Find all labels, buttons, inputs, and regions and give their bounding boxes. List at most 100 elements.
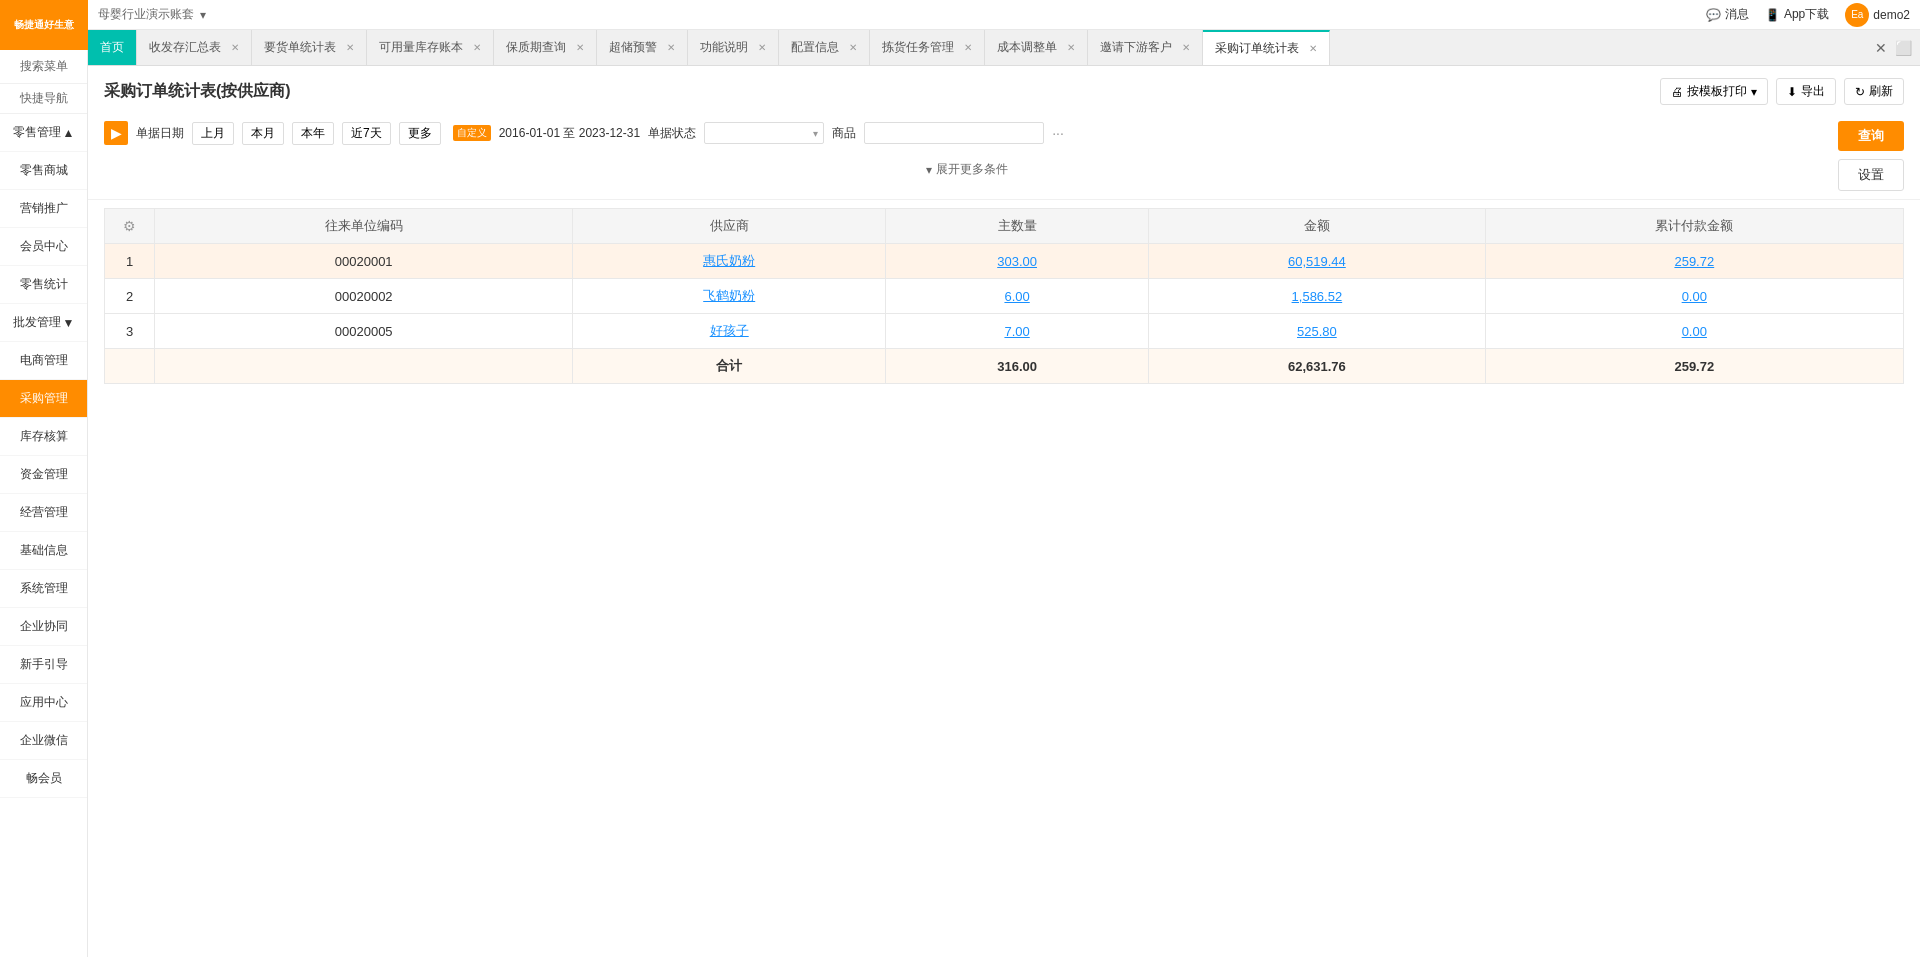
page-header-actions: 🖨 按模板打印 ▾ ⬇ 导出 ↻ 刷新 [1660,78,1904,105]
expand-more-button[interactable]: ▾ 展开更多条件 [926,157,1008,182]
sidebar-item-zijin[interactable]: 资金管理 [0,456,87,494]
tab-close-icon[interactable]: ✕ [1309,43,1317,54]
sidebar-item-lingshoutj[interactable]: 零售统计 [0,266,87,304]
sidebar-item-jichu[interactable]: 基础信息 [0,532,87,570]
mobile-icon: 📱 [1765,8,1780,22]
sidebar-item-label: 库存核算 [20,429,68,443]
paid-link[interactable]: 259.72 [1674,254,1714,269]
paid-link[interactable]: 0.00 [1682,289,1707,304]
tab-label: 首页 [100,39,124,56]
supplier-link[interactable]: 好孩子 [710,323,749,338]
row-paid: 0.00 [1485,279,1903,314]
tab-close-icon[interactable]: ✕ [576,42,584,53]
column-settings-icon[interactable]: ⚙ [123,218,136,234]
tab-bar: 首页 收发存汇总表 ✕ 要货单统计表 ✕ 可用量库存账本 ✕ 保质期查询 ✕ 超… [88,30,1920,66]
export-button[interactable]: ⬇ 导出 [1776,78,1836,105]
tab-label: 功能说明 [700,39,748,56]
table-row: 3 00020005 好孩子 7.00 525.80 0.00 [105,314,1904,349]
filter-date-jin7[interactable]: 近7天 [342,122,391,145]
col-settings-header: ⚙ [105,209,155,244]
sidebar-item-xinshou[interactable]: 新手引导 [0,646,87,684]
print-button[interactable]: 🖨 按模板打印 ▾ [1660,78,1768,105]
message-button[interactable]: 💬 消息 [1706,6,1749,23]
filter-more-dots-icon[interactable]: ··· [1052,125,1064,141]
sidebar-item-dianshangl[interactable]: 电商管理 [0,342,87,380]
tab-chengben[interactable]: 成本调整单 ✕ [985,30,1088,66]
tab-baozhouxun[interactable]: 保质期查询 ✕ [494,30,597,66]
sidebar-item-label: 采购管理 [20,391,68,405]
tab-close-icon[interactable]: ✕ [1182,42,1190,53]
tab-label: 成本调整单 [997,39,1057,56]
sidebar-item-xitong[interactable]: 系统管理 [0,570,87,608]
sidebar-item-pifa[interactable]: 批发管理 ▼ [0,304,87,342]
qty-link[interactable]: 6.00 [1004,289,1029,304]
tab-caigou[interactable]: 采购订单统计表 ✕ [1203,30,1330,66]
table-row: 1 00020001 惠氏奶粉 303.00 60,519.44 259.72 [105,244,1904,279]
filter-toggle-button[interactable]: ▶ [104,121,128,145]
paid-link[interactable]: 0.00 [1682,324,1707,339]
breadcrumb-arrow: ▾ [200,8,206,22]
amount-link[interactable]: 1,586.52 [1292,289,1343,304]
sidebar-item-qiyexietong[interactable]: 企业协同 [0,608,87,646]
sidebar-item-label: 应用中心 [20,695,68,709]
sidebar-item-label: 会员中心 [20,239,68,253]
search-menu-label[interactable]: 搜索菜单 [20,59,68,73]
sidebar-item-huiyuan[interactable]: 会员中心 [0,228,87,266]
sidebar-item-jingying[interactable]: 经营管理 [0,494,87,532]
query-button[interactable]: 查询 [1838,121,1904,151]
filter-date-gengduo[interactable]: 更多 [399,122,441,145]
tab-shoufayuhui[interactable]: 收发存汇总表 ✕ [137,30,252,66]
tab-close-icon[interactable]: ✕ [849,42,857,53]
supplier-link[interactable]: 飞鹤奶粉 [703,288,755,303]
sidebar-item-yingxiao[interactable]: 营销推广 [0,190,87,228]
tab-close-icon[interactable]: ✕ [346,42,354,53]
sidebar-item-changhui[interactable]: 畅会员 [0,760,87,798]
tab-home[interactable]: 首页 [88,30,137,66]
tab-maximize-icon[interactable]: ⬜ [1895,40,1912,56]
tab-close-icon[interactable]: ✕ [473,42,481,53]
table-wrapper: ⚙ 往来单位编码 供应商 主数量 金额 累计付款金额 1 00020001 [88,200,1920,392]
sidebar-item-caigou[interactable]: 采购管理 [0,380,87,418]
shortcut-nav-label[interactable]: 快捷导航 [20,91,68,105]
tab-chaochuyujing[interactable]: 超储预警 ✕ [597,30,688,66]
tab-close-all-icon[interactable]: ✕ [1875,40,1887,56]
tab-tuohuo[interactable]: 拣货任务管理 ✕ [870,30,985,66]
tab-close-icon[interactable]: ✕ [1067,42,1075,53]
tab-yaoqing[interactable]: 邀请下游客户 ✕ [1088,30,1203,66]
qty-link[interactable]: 7.00 [1004,324,1029,339]
refresh-button[interactable]: ↻ 刷新 [1844,78,1904,105]
tab-close-icon[interactable]: ✕ [964,42,972,53]
tab-peizhi[interactable]: 配置信息 ✕ [779,30,870,66]
data-table: ⚙ 往来单位编码 供应商 主数量 金额 累计付款金额 1 00020001 [104,208,1904,384]
user-name: demo2 [1873,8,1910,22]
qty-link[interactable]: 303.00 [997,254,1037,269]
tab-close-icon[interactable]: ✕ [758,42,766,53]
filter-settings-button[interactable]: 设置 [1838,159,1904,191]
tab-close-icon[interactable]: ✕ [667,42,675,53]
tab-keyongliang[interactable]: 可用量库存账本 ✕ [367,30,494,66]
sidebar-item-qiyeweixin[interactable]: 企业微信 [0,722,87,760]
refresh-label: 刷新 [1869,83,1893,100]
sidebar-item-lingshouguan[interactable]: 零售管理 ▲ [0,114,87,152]
search-menu[interactable]: 搜索菜单 [0,50,87,84]
sidebar-item-kucun[interactable]: 库存核算 [0,418,87,456]
row-qty: 303.00 [886,244,1149,279]
tab-close-icon[interactable]: ✕ [231,42,239,53]
sidebar-item-lingshangcheng[interactable]: 零售商城 [0,152,87,190]
supplier-link[interactable]: 惠氏奶粉 [703,253,755,268]
sidebar-item-yingyong[interactable]: 应用中心 [0,684,87,722]
app-download-button[interactable]: 📱 App下载 [1765,6,1829,23]
filter-goods-input[interactable] [864,122,1044,144]
shortcut-nav[interactable]: 快捷导航 [0,84,87,114]
avatar: Ea [1845,3,1869,27]
tab-yaohuodantongji[interactable]: 要货单统计表 ✕ [252,30,367,66]
user-profile[interactable]: Ea demo2 [1845,3,1910,27]
sidebar: 畅捷通好生意 搜索菜单 快捷导航 零售管理 ▲ 零售商城 营销推广 会员中心 零… [0,0,88,957]
filter-date-benyu[interactable]: 本月 [242,122,284,145]
tab-gongneng[interactable]: 功能说明 ✕ [688,30,779,66]
amount-link[interactable]: 60,519.44 [1288,254,1346,269]
filter-date-bennian[interactable]: 本年 [292,122,334,145]
filter-date-shangyu[interactable]: 上月 [192,122,234,145]
amount-link[interactable]: 525.80 [1297,324,1337,339]
filter-status-select[interactable] [704,122,824,144]
